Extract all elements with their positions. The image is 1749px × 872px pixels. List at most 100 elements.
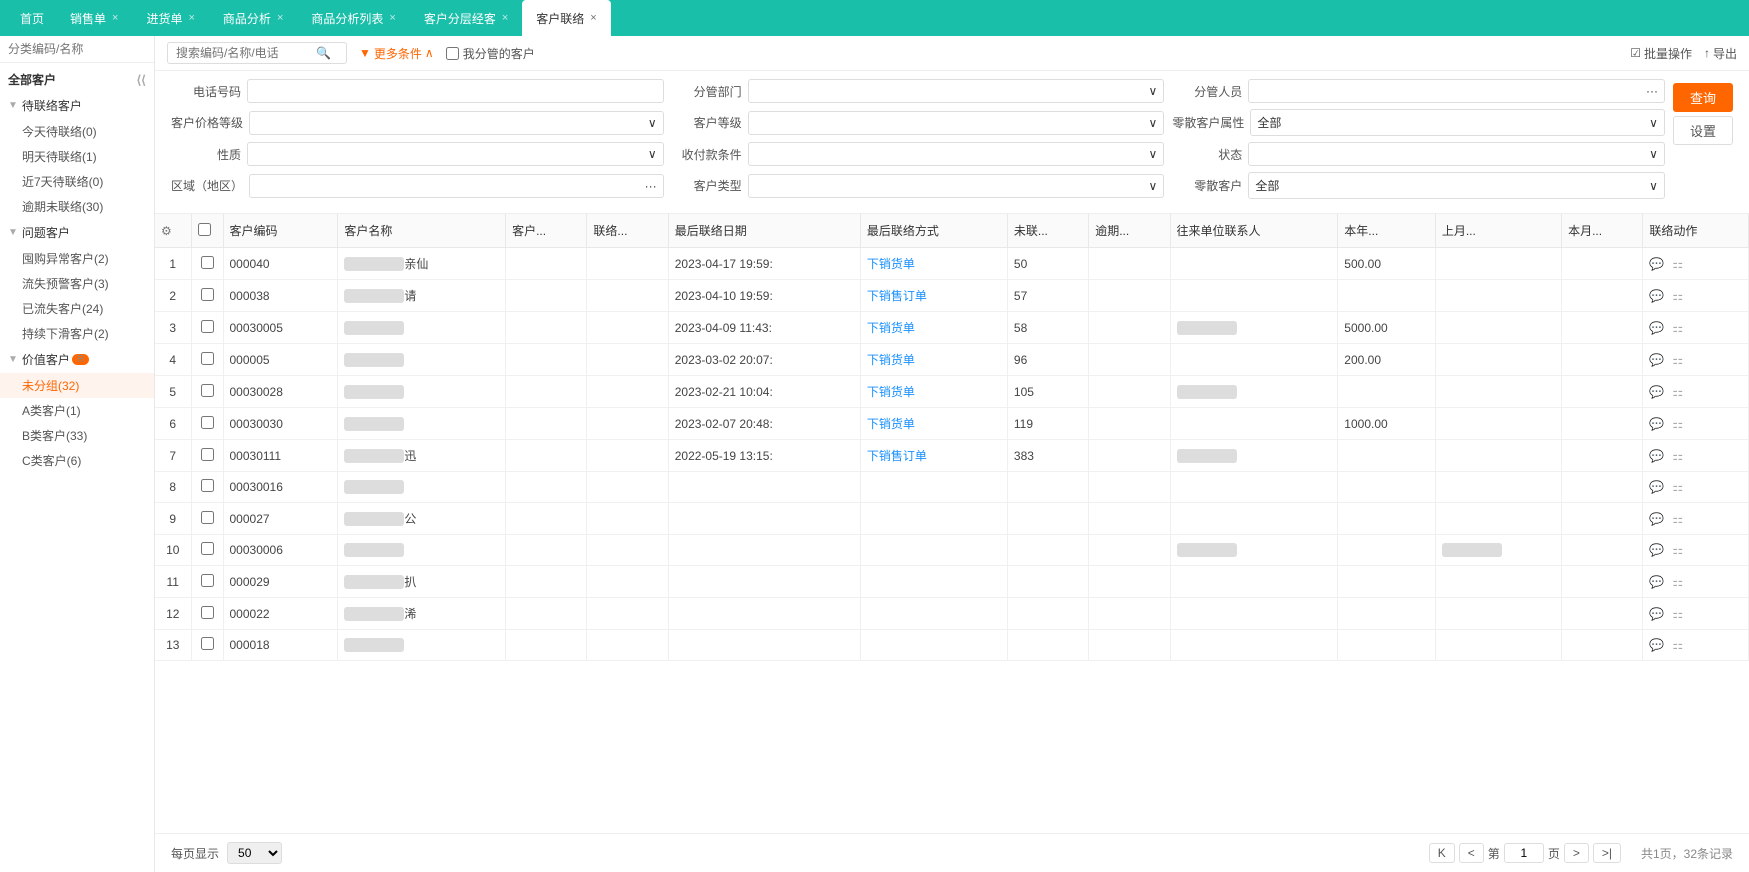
chat-icon[interactable]: 💬 bbox=[1649, 321, 1664, 335]
tab-sales[interactable]: 销售单 × bbox=[56, 0, 132, 36]
dept-select[interactable]: ∨ bbox=[748, 79, 1165, 103]
sidebar-item-tomorrow-pending[interactable]: 明天待联络(1) bbox=[0, 144, 154, 169]
batch-ops-btn[interactable]: ☑ 批量操作 bbox=[1630, 45, 1692, 62]
method-link[interactable]: 下销货单 bbox=[867, 385, 915, 399]
close-icon[interactable]: × bbox=[502, 12, 508, 24]
sidebar-all-customers-header[interactable]: 全部客户 ⟨⟨ bbox=[0, 63, 154, 92]
my-customers-checkbox-label[interactable]: 我分管的客户 bbox=[446, 45, 535, 62]
tab-purchase[interactable]: 进货单 × bbox=[132, 0, 208, 36]
sidebar-item-churned[interactable]: 已流失客户(24) bbox=[0, 296, 154, 321]
more-action-icon[interactable]: ⚏ bbox=[1672, 638, 1683, 652]
close-icon[interactable]: × bbox=[112, 12, 118, 24]
manager-select[interactable]: ··· bbox=[1248, 79, 1665, 103]
more-action-icon[interactable]: ⚏ bbox=[1672, 321, 1683, 335]
row-checkbox[interactable] bbox=[201, 637, 214, 650]
row-checkbox[interactable] bbox=[201, 606, 214, 619]
settings-icon[interactable]: ⚙ bbox=[161, 224, 172, 238]
prev-page-btn[interactable]: < bbox=[1459, 843, 1484, 863]
more-action-icon[interactable]: ⚏ bbox=[1672, 512, 1683, 526]
customer-type-select[interactable]: ∨ bbox=[748, 174, 1165, 198]
more-action-icon[interactable]: ⚏ bbox=[1672, 417, 1683, 431]
tab-product-analysis[interactable]: 商品分析 × bbox=[209, 0, 297, 36]
price-level-select[interactable]: ∨ bbox=[249, 111, 664, 135]
tab-customer-segment[interactable]: 客户分层经客 × bbox=[410, 0, 522, 36]
check-all-checkbox[interactable] bbox=[198, 223, 211, 236]
row-checkbox[interactable] bbox=[201, 542, 214, 555]
query-button[interactable]: 查询 bbox=[1673, 83, 1733, 112]
row-checkbox[interactable] bbox=[201, 479, 214, 492]
row-checkbox[interactable] bbox=[201, 320, 214, 333]
sidebar-item-class-a[interactable]: A类客户(1) bbox=[0, 398, 154, 423]
more-action-icon[interactable]: ⚏ bbox=[1672, 607, 1683, 621]
chat-icon[interactable]: 💬 bbox=[1649, 353, 1664, 367]
close-icon[interactable]: × bbox=[277, 12, 283, 24]
method-link[interactable]: 下销货单 bbox=[867, 321, 915, 335]
chat-icon[interactable]: 💬 bbox=[1649, 385, 1664, 399]
customer-level-select[interactable]: ∨ bbox=[748, 111, 1165, 135]
export-btn[interactable]: ↑ 导出 bbox=[1704, 45, 1737, 62]
more-action-icon[interactable]: ⚏ bbox=[1672, 480, 1683, 494]
more-action-icon[interactable]: ⚏ bbox=[1672, 449, 1683, 463]
sidebar-item-class-c[interactable]: C类客户(6) bbox=[0, 448, 154, 473]
chat-icon[interactable]: 💬 bbox=[1649, 638, 1664, 652]
region-select[interactable]: ··· bbox=[249, 174, 664, 198]
close-active-tab-icon[interactable]: × bbox=[590, 12, 596, 24]
chat-icon[interactable]: 💬 bbox=[1649, 575, 1664, 589]
reset-button[interactable]: 设置 bbox=[1673, 116, 1733, 145]
first-page-btn[interactable]: K bbox=[1429, 843, 1455, 863]
next-page-btn[interactable]: > bbox=[1564, 843, 1589, 863]
payment-terms-select[interactable]: ∨ bbox=[748, 142, 1165, 166]
last-page-btn[interactable]: >| bbox=[1593, 843, 1621, 863]
chat-icon[interactable]: 💬 bbox=[1649, 543, 1664, 557]
method-link[interactable]: 下销售订单 bbox=[867, 289, 927, 303]
close-icon[interactable]: × bbox=[389, 12, 395, 24]
status-select[interactable]: ∨ bbox=[1248, 142, 1665, 166]
close-icon[interactable]: × bbox=[188, 12, 194, 24]
sidebar-group-pending[interactable]: ▼ 待联络客户 bbox=[0, 92, 154, 119]
tab-customer-contact[interactable]: 客户联络 × bbox=[522, 0, 610, 36]
row-checkbox[interactable] bbox=[201, 448, 214, 461]
row-checkbox[interactable] bbox=[201, 511, 214, 524]
main-search-icon[interactable]: 🔍 bbox=[316, 46, 331, 60]
chat-icon[interactable]: 💬 bbox=[1649, 512, 1664, 526]
method-link[interactable]: 下销货单 bbox=[867, 417, 915, 431]
sidebar-search-input[interactable] bbox=[8, 42, 155, 56]
chat-icon[interactable]: 💬 bbox=[1649, 257, 1664, 271]
more-action-icon[interactable]: ⚏ bbox=[1672, 575, 1683, 589]
my-customers-checkbox[interactable] bbox=[446, 47, 459, 60]
chat-icon[interactable]: 💬 bbox=[1649, 417, 1664, 431]
sidebar-group-problem[interactable]: ▼ 问题客户 bbox=[0, 219, 154, 246]
tab-home[interactable]: 首页 bbox=[8, 0, 56, 36]
chat-icon[interactable]: 💬 bbox=[1649, 480, 1664, 494]
sidebar-item-7days-pending[interactable]: 近7天待联络(0) bbox=[0, 169, 154, 194]
chat-icon[interactable]: 💬 bbox=[1649, 289, 1664, 303]
page-input[interactable] bbox=[1504, 843, 1544, 863]
more-action-icon[interactable]: ⚏ bbox=[1672, 385, 1683, 399]
scatter-attr-select[interactable]: 全部∨ bbox=[1250, 109, 1665, 136]
sidebar-group-value[interactable]: ▼ 价值客户 R bbox=[0, 346, 154, 373]
sidebar-item-ungroup[interactable]: 未分组(32) bbox=[0, 373, 154, 398]
chat-icon[interactable]: 💬 bbox=[1649, 449, 1664, 463]
more-conditions-btn[interactable]: ▼ 更多条件 ∧ bbox=[359, 45, 434, 62]
sidebar-item-declining[interactable]: 持续下滑客户(2) bbox=[0, 321, 154, 346]
method-link[interactable]: 下销货单 bbox=[867, 257, 915, 271]
sidebar-item-hoarding-abnormal[interactable]: 囤购异常客户(2) bbox=[0, 246, 154, 271]
sidebar-item-class-b[interactable]: B类客户(33) bbox=[0, 423, 154, 448]
refresh-icon[interactable]: R bbox=[72, 354, 89, 365]
per-page-select[interactable]: 50 100 bbox=[227, 842, 282, 864]
row-checkbox[interactable] bbox=[201, 416, 214, 429]
main-search-box[interactable]: 🔍 bbox=[167, 42, 347, 64]
scatter-customer-select[interactable]: 全部∨ bbox=[1248, 172, 1665, 199]
method-link[interactable]: 下销货单 bbox=[867, 353, 915, 367]
row-checkbox[interactable] bbox=[201, 574, 214, 587]
nature-select[interactable]: ∨ bbox=[247, 142, 664, 166]
more-action-icon[interactable]: ⚏ bbox=[1672, 353, 1683, 367]
method-link[interactable]: 下销售订单 bbox=[867, 449, 927, 463]
sidebar-search-box[interactable]: 🔍 bbox=[0, 36, 154, 63]
row-checkbox[interactable] bbox=[201, 352, 214, 365]
more-action-icon[interactable]: ⚏ bbox=[1672, 257, 1683, 271]
more-action-icon[interactable]: ⚏ bbox=[1672, 289, 1683, 303]
sidebar-collapse-icon[interactable]: ⟨⟨ bbox=[137, 73, 146, 87]
row-checkbox[interactable] bbox=[201, 256, 214, 269]
chat-icon[interactable]: 💬 bbox=[1649, 607, 1664, 621]
